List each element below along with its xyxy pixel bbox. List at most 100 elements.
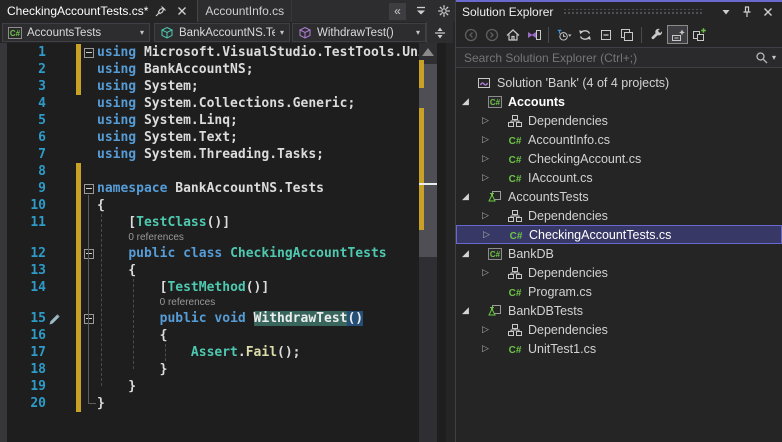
fold-margin [81,146,97,163]
titlebar-grip[interactable] [563,9,703,15]
document-tabs: CheckingAccountTests.cs* AccountInfo.cs [0,0,293,22]
tree-item-accountinfo-cs[interactable]: ▷ C# AccountInfo.cs [456,130,782,149]
codelens-references[interactable]: 0 references [97,231,446,245]
scrollbar-up-arrow-icon[interactable] [422,48,434,56]
document-tab[interactable]: CheckingAccountTests.cs* [0,0,199,22]
close-icon[interactable] [760,4,776,20]
gutter-spacer [62,361,76,378]
token-id: BankAccountNS.Tests [167,181,324,196]
search-icon[interactable] [754,50,770,66]
codelens-row[interactable]: 0 references [0,231,446,245]
class-icon [159,25,175,41]
tree-item-accountstests[interactable]: ◢ AccountsTests [456,187,782,206]
home-icon[interactable] [502,25,523,44]
code-text: } [97,395,446,412]
project-dropdown[interactable]: C# AccountsTests ▾ [2,23,150,42]
code-line[interactable]: 8 [0,163,446,180]
switch-views-icon[interactable] [523,25,544,44]
code-line[interactable]: 7 using System.Threading.Tasks; [0,146,446,163]
pending-changes-filter-icon[interactable] [553,25,574,44]
fold-margin [81,378,97,395]
code-line[interactable]: 9 namespace BankAccountNS.Tests [0,180,446,197]
code-line[interactable]: 10 { [0,197,446,214]
codelens-references[interactable]: 0 references [97,296,446,310]
preview-selected-items-icon[interactable] [667,25,688,44]
tree-expander[interactable]: ▷ [482,325,507,335]
code-line[interactable]: 4 using System.Collections.Generic; [0,95,446,112]
tree-item-checkingaccount-cs[interactable]: ▷ C# CheckingAccount.cs [456,149,782,168]
tree-expander[interactable]: ◢ [462,306,487,316]
tree-expander[interactable]: ▷ [482,135,507,145]
properties-wrench-icon[interactable] [646,25,667,44]
code-line[interactable]: 1 using Microsoft.VisualStudio.TestTools.… [0,44,446,61]
tree-item-program-cs[interactable]: C# Program.cs [456,282,782,301]
editor-scrollbar[interactable] [419,43,437,442]
code-line[interactable]: 13 { [0,262,446,279]
member-dropdown[interactable]: WithdrawTest() ▾ [292,23,426,42]
code-editor[interactable]: 1 using Microsoft.VisualStudio.TestTools.… [0,43,446,442]
tree-item-solution-bank-4-of-4-projects-[interactable]: Solution 'Bank' (4 of 4 projects) [456,73,782,92]
collapse-all-icon[interactable] [595,25,616,44]
search-input[interactable] [462,49,754,66]
history-forward-icon[interactable] [481,25,502,44]
tree-item-dependencies[interactable]: ▷ Dependencies [456,111,782,130]
line-number: 16 [30,328,46,343]
tree-item-bankdb[interactable]: ◢ C# BankDB [456,244,782,263]
line-number: 10 [30,198,46,213]
tree-item-iaccount-cs[interactable]: ▷ C# IAccount.cs [456,168,782,187]
code-line[interactable]: 16 { [0,327,446,344]
tree-expander[interactable]: ▷ [482,116,507,126]
sync-active-document-icon[interactable] [574,25,595,44]
tree-expander[interactable]: ▷ [482,268,507,278]
code-line[interactable]: 19 } [0,378,446,395]
fold-margin [81,197,97,214]
code-line[interactable]: 20} [0,395,446,412]
close-icon[interactable] [174,3,190,19]
tree-item-checkingaccounttests-cs[interactable]: ▷ C# CheckingAccountTests.cs [456,225,782,244]
scroll-tabs-left-icon[interactable]: « [389,2,406,20]
split-editor-button[interactable] [426,22,453,43]
line-number: 3 [38,79,46,94]
show-hidden-tabs-icon[interactable] [412,3,429,20]
type-dropdown[interactable]: BankAccountNS.Tests ▾ [154,23,290,42]
settings-gear-icon[interactable] [435,3,452,20]
code-line[interactable]: 17 Assert.Fail(); [0,344,446,361]
pin-icon[interactable] [739,4,755,20]
code-line[interactable]: 12 public class CheckingAccountTests [0,245,446,262]
history-back-icon[interactable] [460,25,481,44]
chevron-down-icon[interactable] [718,4,734,20]
code-text: using System.Collections.Generic; [97,95,446,112]
codelens-row[interactable]: 0 references [0,296,446,310]
fold-collapse-box[interactable] [84,48,94,58]
tree-item-dependencies[interactable]: ▷ Dependencies [456,206,782,225]
tree-item-bankdbtests[interactable]: ◢ BankDBTests [456,301,782,320]
tree-expander[interactable]: ▷ [483,230,508,240]
tree-item-dependencies[interactable]: ▷ Dependencies [456,263,782,282]
tree-item-dependencies[interactable]: ▷ Dependencies [456,320,782,339]
code-line[interactable]: 15 public void WithdrawTest() [0,310,446,327]
tab-pin-icon[interactable] [153,3,169,19]
fold-collapse-box[interactable] [84,249,94,259]
tree-expander[interactable]: ◢ [462,97,487,107]
tree-expander[interactable]: ◢ [462,249,487,259]
code-line[interactable]: 11 [TestClass()] [0,214,446,231]
tree-item-unittest1-cs[interactable]: ▷ C# UnitTest1.cs [456,339,782,358]
show-all-files-icon[interactable] [688,25,709,44]
code-line[interactable]: 5 using System.Linq; [0,112,446,129]
tree-expander[interactable]: ▷ [482,173,507,183]
code-line[interactable]: 6 using System.Text; [0,129,446,146]
search-options-arrow-icon[interactable]: ▾ [772,53,776,62]
preview-icon[interactable] [616,25,637,44]
tree-expander[interactable]: ▷ [482,211,507,221]
tree-expander[interactable]: ▷ [482,344,507,354]
fold-collapse-box[interactable] [84,314,94,324]
code-line[interactable]: 14 [TestMethod()] [0,279,446,296]
document-tab[interactable]: AccountInfo.cs [198,0,293,22]
code-line[interactable]: 3 using System; [0,78,446,95]
tree-item-accounts[interactable]: ◢ C# Accounts [456,92,782,111]
fold-collapse-box[interactable] [84,184,94,194]
tree-expander[interactable]: ▷ [482,154,507,164]
code-line[interactable]: 2 using BankAccountNS; [0,61,446,78]
tree-expander[interactable]: ◢ [462,192,487,202]
code-line[interactable]: 18 } [0,361,446,378]
